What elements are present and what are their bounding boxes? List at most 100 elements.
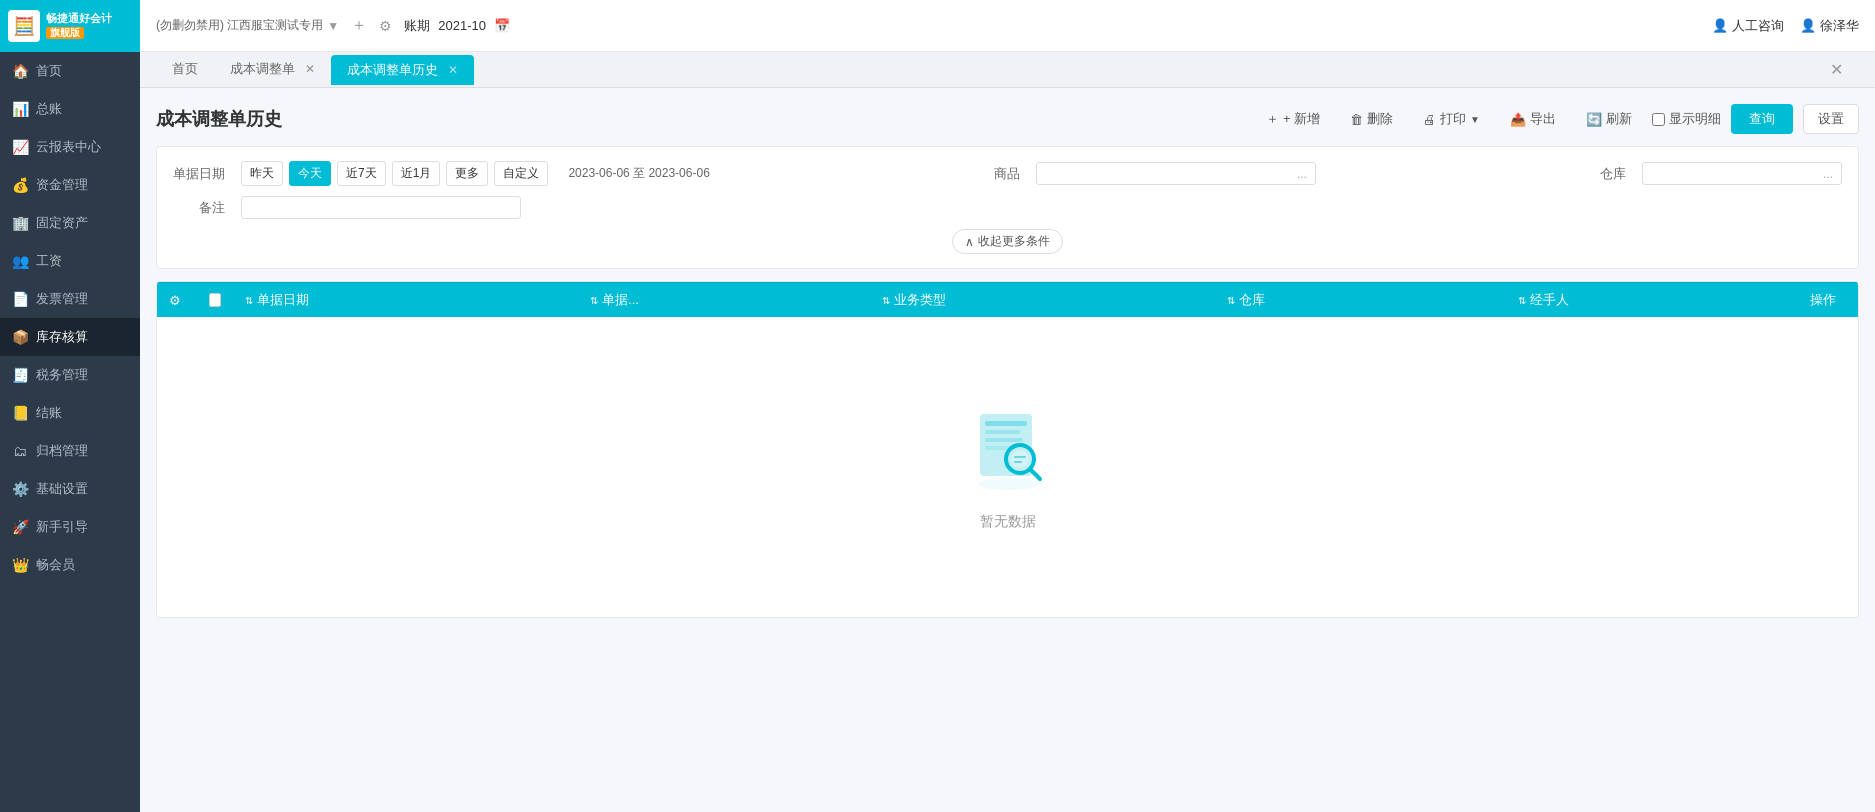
archive-icon: 🗂: [12, 443, 28, 459]
date-today-btn[interactable]: 今天: [289, 161, 331, 186]
tab-cost-adjustment-label: 成本调整单: [230, 60, 295, 78]
th-settings[interactable]: ⚙: [157, 285, 197, 316]
sidebar-item-membership-label: 畅会员: [36, 556, 75, 574]
new-btn[interactable]: ＋ + 新增: [1256, 105, 1330, 133]
sidebar-item-home[interactable]: 🏠 首页: [0, 52, 140, 90]
tab-cost-adjustment-history-label: 成本调整单历史: [347, 61, 438, 79]
tab-cost-adjustment-close[interactable]: ✕: [305, 62, 315, 76]
assets-icon: 🏢: [12, 215, 28, 231]
export-btn[interactable]: 📤 导出: [1500, 105, 1566, 133]
sidebar-item-invoices[interactable]: 📄 发票管理: [0, 280, 140, 318]
th-warehouse-label: 仓库: [1239, 291, 1265, 309]
th-doc-no[interactable]: ⇅ 单据...: [578, 283, 870, 317]
th-biz-type[interactable]: ⇅ 业务类型: [870, 283, 1215, 317]
tab-cost-adjustment-history[interactable]: 成本调整单历史 ✕: [331, 55, 474, 85]
delete-label: 删除: [1367, 110, 1393, 128]
company-selector[interactable]: (勿删勿禁用) 江西服宝测试专用 ▼: [156, 17, 339, 34]
notes-filter-wrap[interactable]: [241, 196, 521, 219]
table-header: ⚙ ⇅ 单据日期 ⇅ 单据... ⇅ 业务类型: [157, 282, 1858, 317]
print-label: 打印: [1440, 110, 1466, 128]
top-bar-right: 👤 人工咨询 👤 徐泽华: [1712, 17, 1859, 35]
sidebar: 🧮 畅捷通好会计 旗舰版 🏠 首页 📊 总账 📈 云报表中心 💰 资金管理: [0, 0, 140, 812]
sidebar-item-closing-label: 结账: [36, 404, 62, 422]
tab-home-label: 首页: [172, 60, 198, 78]
reports-icon: 📈: [12, 139, 28, 155]
empty-illustration: [958, 404, 1058, 497]
table-body: 暂无数据: [157, 317, 1858, 617]
add-company-icon[interactable]: ＋: [351, 15, 367, 36]
new-label: + 新增: [1283, 110, 1320, 128]
help-icon: 👤: [1712, 18, 1728, 33]
date-custom-btn[interactable]: 自定义: [494, 161, 548, 186]
select-all-checkbox[interactable]: [209, 293, 221, 307]
collapse-label: 收起更多条件: [978, 233, 1050, 250]
settings-company-icon[interactable]: ⚙: [379, 18, 392, 34]
page-tabs: 首页 成本调整单 ✕ 成本调整单历史 ✕ ✕: [140, 52, 1875, 88]
tab-home[interactable]: 首页: [156, 54, 214, 86]
goods-more-btn[interactable]: ...: [1297, 167, 1307, 181]
notes-filter-input[interactable]: [250, 200, 512, 215]
main-content: (勿删勿禁用) 江西服宝测试专用 ▼ ＋ ⚙ 账期 2021-10 📅 👤 人工…: [140, 0, 1875, 812]
th-operations-label: 操作: [1810, 291, 1836, 309]
table-container: ⚙ ⇅ 单据日期 ⇅ 单据... ⇅ 业务类型: [156, 281, 1859, 618]
sidebar-item-funds-label: 资金管理: [36, 176, 88, 194]
th-date[interactable]: ⇅ 单据日期: [233, 283, 578, 317]
page-body: 成本调整单历史 ＋ + 新增 🗑 删除 🖨 打印 ▼: [140, 88, 1875, 812]
help-btn[interactable]: 👤 人工咨询: [1712, 17, 1784, 35]
th-handler[interactable]: ⇅ 经手人: [1506, 283, 1798, 317]
sidebar-item-inventory[interactable]: 📦 库存核算: [0, 318, 140, 356]
warehouse-filter-wrap[interactable]: ...: [1642, 162, 1842, 185]
print-btn[interactable]: 🖨 打印 ▼: [1413, 105, 1490, 133]
header-actions: ＋ + 新增 🗑 删除 🖨 打印 ▼ 📤 导出: [1256, 104, 1859, 134]
tab-cost-adjustment-history-close[interactable]: ✕: [448, 63, 458, 77]
svg-rect-2: [985, 421, 1027, 426]
warehouse-more-btn[interactable]: ...: [1823, 167, 1833, 181]
funds-icon: 💰: [12, 177, 28, 193]
sidebar-item-closing[interactable]: 📒 结账: [0, 394, 140, 432]
sidebar-item-guide[interactable]: 🚀 新手引导: [0, 508, 140, 546]
th-warehouse[interactable]: ⇅ 仓库: [1215, 283, 1507, 317]
sidebar-item-assets[interactable]: 🏢 固定资产: [0, 204, 140, 242]
date-yesterday-btn[interactable]: 昨天: [241, 161, 283, 186]
date-7days-btn[interactable]: 近7天: [337, 161, 386, 186]
th-sort-docno-icon: ⇅: [590, 295, 598, 306]
warehouse-filter-input[interactable]: [1651, 166, 1819, 181]
export-label: 导出: [1530, 110, 1556, 128]
svg-line-8: [1030, 469, 1040, 479]
query-btn[interactable]: 查询: [1731, 104, 1793, 134]
goods-filter-wrap[interactable]: ...: [1036, 162, 1316, 185]
sidebar-item-membership[interactable]: 👑 畅会员: [0, 546, 140, 584]
th-operations: 操作: [1798, 283, 1858, 317]
calendar-icon[interactable]: 📅: [494, 18, 510, 33]
settings-btn[interactable]: 设置: [1803, 104, 1859, 134]
th-checkbox[interactable]: [197, 285, 233, 315]
goods-filter-input[interactable]: [1045, 166, 1293, 181]
svg-rect-4: [985, 438, 1023, 442]
delete-btn[interactable]: 🗑 删除: [1340, 105, 1403, 133]
refresh-label: 刷新: [1606, 110, 1632, 128]
company-name: (勿删勿禁用) 江西服宝测试专用: [156, 17, 323, 34]
sidebar-item-funds[interactable]: 💰 资金管理: [0, 166, 140, 204]
display-cols-checkbox[interactable]: [1652, 113, 1665, 126]
table-settings-icon: ⚙: [169, 293, 181, 308]
sidebar-item-archive[interactable]: 🗂 归档管理: [0, 432, 140, 470]
sidebar-nav: 🏠 首页 📊 总账 📈 云报表中心 💰 资金管理 🏢 固定资产 👥 工资: [0, 52, 140, 812]
sidebar-item-settings[interactable]: ⚙️ 基础设置: [0, 470, 140, 508]
collapse-btn[interactable]: ∧ 收起更多条件: [952, 229, 1063, 254]
user-menu[interactable]: 👤 徐泽华: [1800, 17, 1859, 35]
print-icon: 🖨: [1423, 112, 1436, 127]
tab-cost-adjustment[interactable]: 成本调整单 ✕: [214, 54, 331, 86]
sidebar-item-ledger[interactable]: 📊 总账: [0, 90, 140, 128]
display-cols-checkbox-wrap[interactable]: 显示明细: [1652, 110, 1721, 128]
sidebar-item-settings-label: 基础设置: [36, 480, 88, 498]
svg-rect-3: [985, 430, 1020, 434]
date-more-btn[interactable]: 更多: [446, 161, 488, 186]
sidebar-item-reports[interactable]: 📈 云报表中心: [0, 128, 140, 166]
main-close-btn[interactable]: ✕: [1814, 60, 1859, 79]
refresh-btn[interactable]: 🔄 刷新: [1576, 105, 1642, 133]
sidebar-item-tax[interactable]: 🧾 税务管理: [0, 356, 140, 394]
date-1month-btn[interactable]: 近1月: [392, 161, 441, 186]
sidebar-item-home-label: 首页: [36, 62, 62, 80]
goods-filter-label: 商品: [968, 165, 1020, 183]
sidebar-item-payroll[interactable]: 👥 工资: [0, 242, 140, 280]
